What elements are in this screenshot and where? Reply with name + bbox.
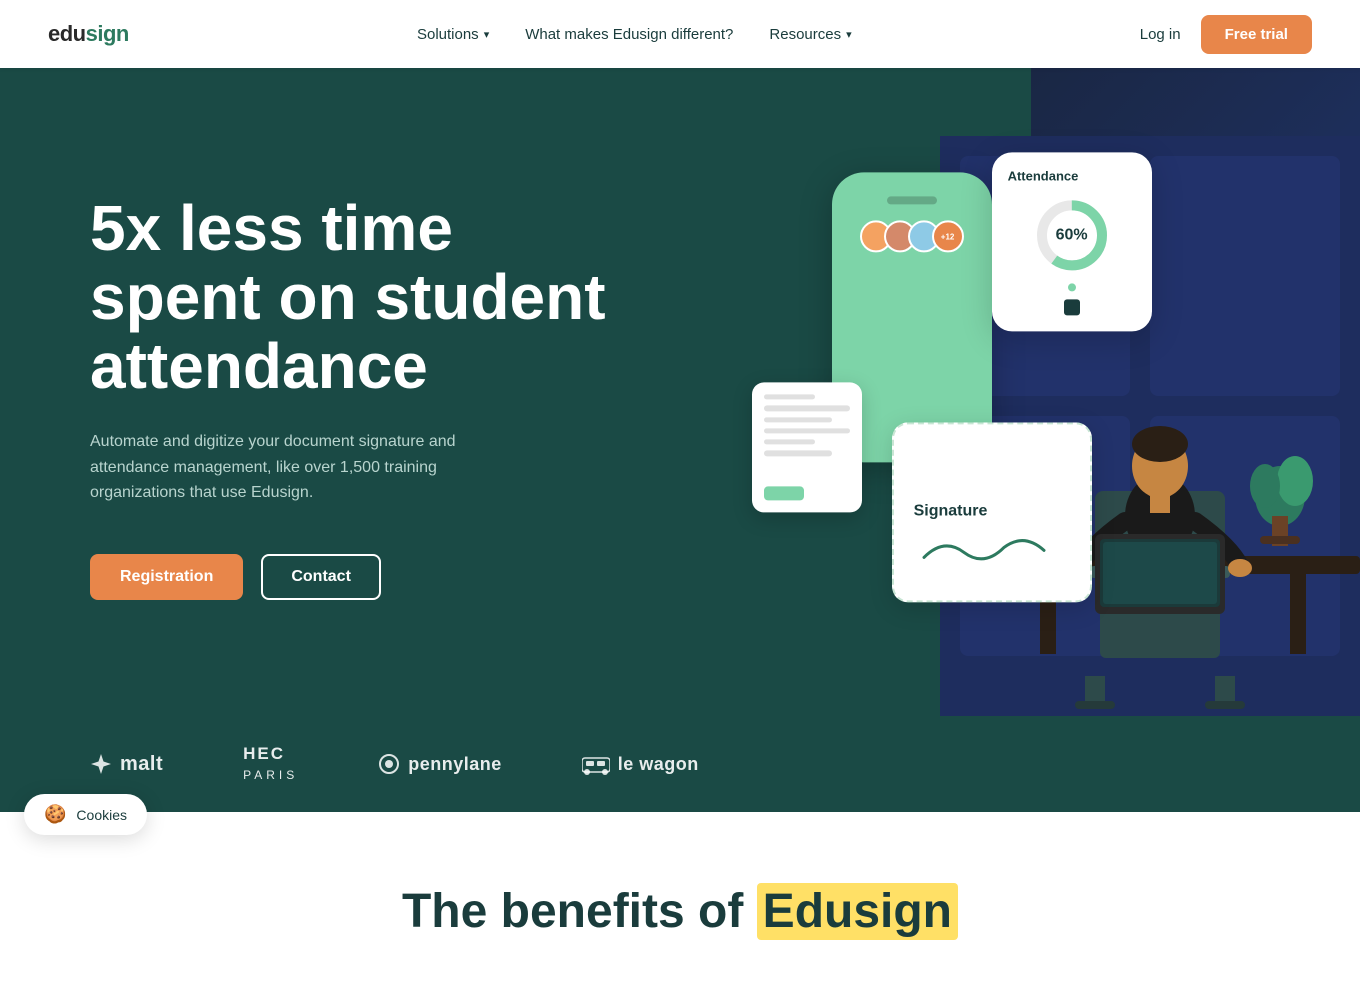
attendance-card: Attendance 60% bbox=[992, 152, 1152, 331]
logo-hec: HECPARIS bbox=[243, 744, 298, 784]
benefits-title: The benefits of Edusign bbox=[48, 884, 1312, 939]
pennylane-icon bbox=[378, 753, 400, 775]
logo[interactable]: edusign bbox=[48, 21, 129, 47]
benefits-title-highlight: Edusign bbox=[757, 883, 958, 940]
cookie-bar[interactable]: 🍪 Cookies bbox=[24, 794, 147, 835]
nav-solutions[interactable]: Solutions ▾ bbox=[417, 26, 489, 43]
doc-line-4 bbox=[764, 428, 850, 433]
attendance-title: Attendance bbox=[1008, 168, 1136, 183]
donut-container: 60% bbox=[1032, 195, 1112, 275]
doc-line-2 bbox=[764, 406, 850, 411]
signature-label: Signature bbox=[914, 502, 1070, 520]
cookie-icon: 🍪 bbox=[44, 804, 66, 825]
doc-line-1 bbox=[764, 394, 816, 399]
donut-label: 60% bbox=[1056, 226, 1088, 244]
attendance-dot bbox=[1068, 283, 1076, 291]
signature-graphic bbox=[914, 532, 1070, 580]
nav-links: Solutions ▾ What makes Edusign different… bbox=[417, 26, 852, 43]
document-card bbox=[752, 382, 862, 512]
hero-section: 5x less time spent on student attendance… bbox=[0, 68, 1360, 716]
hero-illustration: +12 Attendance 60% bbox=[762, 68, 1360, 716]
hero-title-line3: attendance bbox=[90, 330, 428, 402]
lewagon-icon bbox=[582, 753, 610, 775]
nav-difference[interactable]: What makes Edusign different? bbox=[525, 26, 733, 43]
doc-line-6 bbox=[764, 451, 833, 456]
hero-content-left: 5x less time spent on student attendance… bbox=[0, 68, 762, 716]
hero-title-line1: 5x less time bbox=[90, 192, 453, 264]
phone-notch bbox=[887, 196, 937, 204]
malt-icon bbox=[90, 753, 112, 775]
registration-button[interactable]: Registration bbox=[90, 554, 243, 600]
logo-malt: malt bbox=[90, 753, 163, 776]
ui-cards-container: +12 Attendance 60% bbox=[752, 142, 1182, 622]
chevron-down-icon: ▾ bbox=[846, 28, 852, 41]
doc-line-5 bbox=[764, 440, 816, 445]
nav-right: Log in Free trial bbox=[1140, 15, 1312, 54]
nav-resources[interactable]: Resources ▾ bbox=[769, 26, 851, 43]
avatars-group: +12 bbox=[860, 220, 964, 252]
avatar-plus: +12 bbox=[932, 220, 964, 252]
contact-button[interactable]: Contact bbox=[261, 554, 381, 600]
free-trial-button[interactable]: Free trial bbox=[1201, 15, 1312, 54]
chevron-down-icon: ▾ bbox=[484, 28, 490, 41]
benefits-section: The benefits of Edusign bbox=[0, 812, 1360, 987]
doc-line-3 bbox=[764, 417, 833, 422]
login-button[interactable]: Log in bbox=[1140, 26, 1181, 43]
benefits-title-start: The benefits of bbox=[402, 885, 743, 938]
hero-title-line2: spent on student bbox=[90, 261, 606, 333]
signature-card: Signature bbox=[892, 422, 1092, 602]
hero-title: 5x less time spent on student attendance bbox=[90, 194, 762, 401]
logos-band: malt HECPARIS pennylane le wagon bbox=[0, 716, 1360, 812]
hero-subtitle: Automate and digitize your document sign… bbox=[90, 429, 510, 506]
cookie-label: Cookies bbox=[76, 807, 127, 823]
hero-buttons: Registration Contact bbox=[90, 554, 762, 600]
navbar: edusign Solutions ▾ What makes Edusign d… bbox=[0, 0, 1360, 68]
logo-lewagon: le wagon bbox=[582, 753, 699, 775]
logo-pennylane: pennylane bbox=[378, 753, 502, 775]
